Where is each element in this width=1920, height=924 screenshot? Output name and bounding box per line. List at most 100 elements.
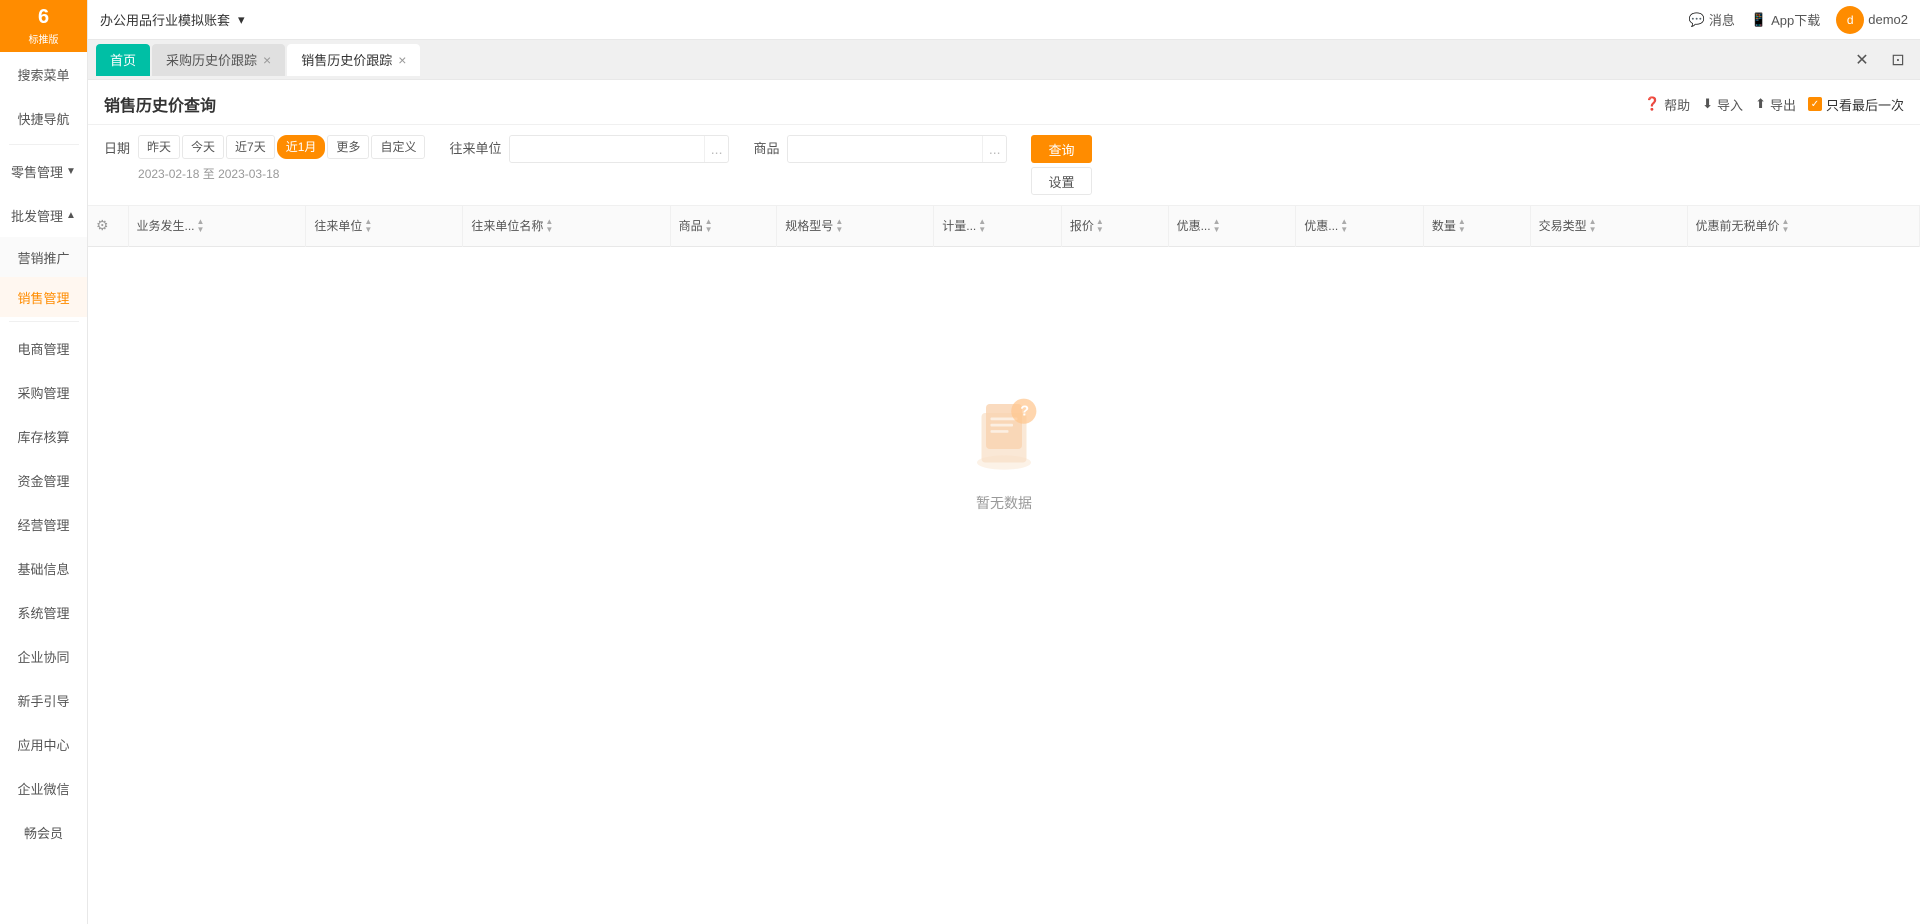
- tab-purchase-history[interactable]: 采购历史价跟踪 ×: [152, 44, 285, 76]
- sidebar-item-ecommerce-mgmt[interactable]: 电商管理: [0, 326, 88, 370]
- col-header-unit: 计量... ▲▼: [942, 217, 1053, 234]
- topbar-dropdown-icon[interactable]: ▾: [238, 12, 245, 28]
- sort-arrows-unit[interactable]: ▲▼: [978, 218, 986, 234]
- th-discount2: 优惠... ▲▼: [1296, 206, 1424, 246]
- data-table: ⚙ 业务发生... ▲▼ 往来单位 ▲▼: [88, 206, 1920, 247]
- sort-arrows-partner-name[interactable]: ▲▼: [545, 218, 553, 234]
- tabbar-right-actions: ✕ ⊡: [1848, 46, 1912, 74]
- goods-input[interactable]: [788, 142, 981, 157]
- sidebar-item-inventory[interactable]: 库存核算: [0, 414, 88, 458]
- sidebar-item-app-center[interactable]: 应用中心: [0, 722, 88, 766]
- sidebar-item-search-menu[interactable]: 搜索菜单: [0, 52, 88, 96]
- tab-purchase-close-icon[interactable]: ×: [263, 53, 271, 67]
- th-pretax-price: 优惠前无税单价 ▲▼: [1687, 206, 1919, 246]
- goods-input-dots[interactable]: ...: [982, 136, 1007, 162]
- sort-arrows-discount1[interactable]: ▲▼: [1213, 218, 1221, 234]
- tab-purchase-label: 采购历史价跟踪: [166, 50, 257, 69]
- user-profile[interactable]: d demo2: [1836, 6, 1908, 34]
- sidebar-item-label: 快捷导航: [17, 109, 69, 128]
- sidebar-item-enterprise-coop[interactable]: 企业协同: [0, 634, 88, 678]
- date-btn-yesterday[interactable]: 昨天: [138, 135, 180, 159]
- sidebar-item-finance-mgmt[interactable]: 资金管理: [0, 458, 88, 502]
- partner-filter-section: 往来单位 ...: [449, 135, 729, 163]
- tab-sales-close-icon[interactable]: ×: [398, 53, 406, 67]
- col-label: 往来单位名称: [471, 217, 543, 234]
- th-trade-type: 交易类型 ▲▼: [1530, 206, 1687, 246]
- sidebar-item-label: 批发管理: [11, 206, 63, 225]
- sort-arrows-goods[interactable]: ▲▼: [705, 218, 713, 234]
- gear-icon[interactable]: ⚙: [96, 217, 109, 233]
- date-btn-custom[interactable]: 自定义: [371, 135, 425, 159]
- export-button[interactable]: ⬆ 导出: [1755, 95, 1796, 114]
- sidebar-item-label: 基础信息: [17, 559, 69, 578]
- sidebar-item-label: 采购管理: [17, 383, 69, 402]
- sidebar-item-retail-mgmt[interactable]: 零售管理 ▼: [0, 149, 88, 193]
- date-filter-label: 日期: [104, 135, 130, 163]
- partner-input[interactable]: [510, 142, 703, 157]
- date-btn-7days[interactable]: 近7天: [226, 135, 275, 159]
- sidebar-item-member[interactable]: 畅会员: [0, 810, 88, 854]
- sidebar-item-label: 资金管理: [17, 471, 69, 490]
- tab-home-label: 首页: [110, 50, 136, 69]
- sort-arrows-pretax-price[interactable]: ▲▼: [1782, 218, 1790, 234]
- sidebar-item-new-guide[interactable]: 新手引导: [0, 678, 88, 722]
- sidebar-item-label: 畅会员: [24, 823, 63, 842]
- sidebar-item-sys-mgmt[interactable]: 系统管理: [0, 590, 88, 634]
- sidebar-item-label: 企业微信: [17, 779, 69, 798]
- export-icon: ⬆: [1755, 96, 1766, 112]
- message-label: 消息: [1709, 10, 1735, 29]
- partner-input-dots[interactable]: ...: [704, 136, 729, 162]
- sidebar-item-basic-info[interactable]: 基础信息: [0, 546, 88, 590]
- app-download-icon: 📱: [1751, 12, 1767, 28]
- date-btn-1month[interactable]: 近1月: [277, 135, 326, 159]
- sort-arrows-quote[interactable]: ▲▼: [1096, 218, 1104, 234]
- only-last-checkbox-label[interactable]: ✓ 只看最后一次: [1808, 95, 1904, 114]
- tab-home[interactable]: 首页: [96, 44, 150, 76]
- page-title: 销售历史价查询: [104, 92, 216, 116]
- sort-arrows-partner-code[interactable]: ▲▼: [364, 218, 372, 234]
- message-button[interactable]: 💬 消息: [1689, 10, 1735, 29]
- only-last-checkbox[interactable]: ✓: [1808, 97, 1822, 111]
- maximize-button[interactable]: ⊡: [1884, 46, 1912, 74]
- col-header-biz-date: 业务发生... ▲▼: [137, 217, 298, 234]
- sidebar-item-label: 库存核算: [17, 427, 69, 446]
- col-label: 业务发生...: [137, 217, 195, 234]
- app-download-button[interactable]: 📱 App下载: [1751, 10, 1820, 29]
- th-partner-name: 往来单位名称 ▲▼: [463, 206, 670, 246]
- sidebar-item-sales-mgmt[interactable]: 销售管理: [0, 277, 88, 317]
- col-label: 优惠前无税单价: [1696, 217, 1780, 234]
- topbar-title: 办公用品行业模拟账套: [100, 10, 230, 29]
- sidebar-item-wholesale-mgmt[interactable]: 批发管理 ▲: [0, 193, 88, 237]
- col-label: 商品: [679, 217, 703, 234]
- sort-arrows-biz-date[interactable]: ▲▼: [197, 218, 205, 234]
- sort-arrows-qty[interactable]: ▲▼: [1458, 218, 1466, 234]
- chevron-up-icon: ▲: [66, 210, 76, 221]
- tab-sales-history[interactable]: 销售历史价跟踪 ×: [287, 44, 420, 76]
- sort-arrows-trade-type[interactable]: ▲▼: [1589, 218, 1597, 234]
- close-all-tabs-button[interactable]: ✕: [1848, 46, 1876, 74]
- settings-button[interactable]: 设置: [1031, 167, 1091, 195]
- sort-arrows-discount2[interactable]: ▲▼: [1340, 218, 1348, 234]
- sidebar-logo[interactable]: 6 标推版: [0, 0, 88, 52]
- help-button[interactable]: ❓ 帮助: [1644, 95, 1690, 114]
- filter-bar: 日期 昨天 今天 近7天 近1月 更多 自定义 2023-02-18 至 202…: [88, 125, 1920, 206]
- sort-arrows-spec[interactable]: ▲▼: [835, 218, 843, 234]
- tab-sales-label: 销售历史价跟踪: [301, 50, 392, 69]
- goods-input-wrapper: ...: [787, 135, 1007, 163]
- sidebar-item-operation-mgmt[interactable]: 经营管理: [0, 502, 88, 546]
- date-btn-more[interactable]: 更多: [327, 135, 369, 159]
- query-button[interactable]: 查询: [1031, 135, 1091, 163]
- sidebar-item-marketing[interactable]: 营销推广: [0, 237, 88, 277]
- th-biz-date: 业务发生... ▲▼: [128, 206, 306, 246]
- sidebar-item-purchase-mgmt[interactable]: 采购管理: [0, 370, 88, 414]
- sidebar-item-label: 营销推广: [17, 248, 69, 267]
- sidebar-item-quick-nav[interactable]: 快捷导航: [0, 96, 88, 140]
- sidebar-item-label: 系统管理: [17, 603, 69, 622]
- sidebar-item-enterprise-wechat[interactable]: 企业微信: [0, 766, 88, 810]
- date-btn-today[interactable]: 今天: [182, 135, 224, 159]
- sidebar-divider: [9, 321, 79, 322]
- chevron-down-icon: ▼: [66, 166, 76, 177]
- import-button[interactable]: ⬇ 导入: [1702, 95, 1743, 114]
- th-goods: 商品 ▲▼: [670, 206, 777, 246]
- th-unit: 计量... ▲▼: [934, 206, 1062, 246]
